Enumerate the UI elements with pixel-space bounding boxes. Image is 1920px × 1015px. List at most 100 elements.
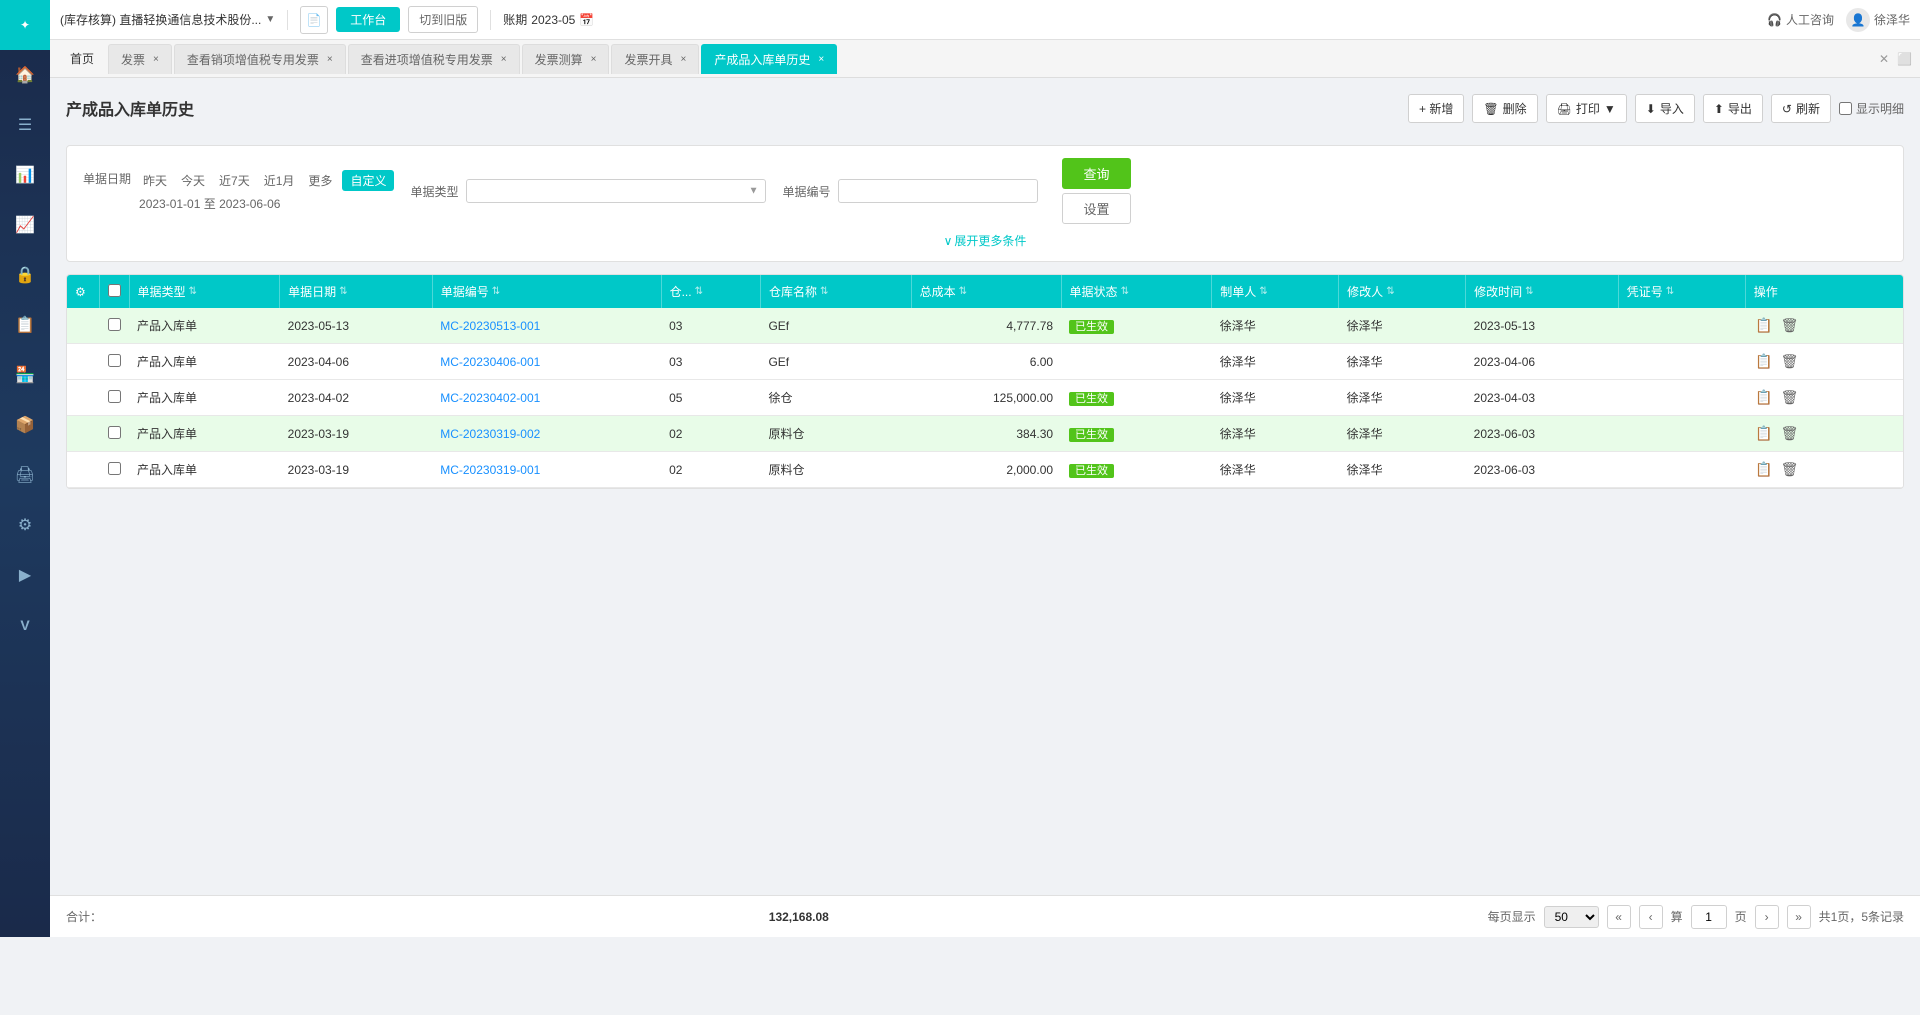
row-delete-btn-4[interactable]: 🗑 [1779, 459, 1801, 480]
set-button[interactable]: 设置 [1062, 193, 1130, 224]
page-size-select[interactable]: 50 100 [1544, 906, 1599, 928]
print-button[interactable]: 🖨 打印 ▼ [1546, 94, 1627, 123]
date-option-1month[interactable]: 近1月 [260, 171, 299, 190]
row-no-link-2[interactable]: MC-20230402-001 [432, 380, 661, 416]
company-selector[interactable]: (库存核算) 直播轻换通信息技术股份... ▼ [60, 11, 275, 28]
tab-sales-invoice-close[interactable]: × [327, 54, 333, 65]
th-status[interactable]: 单据状态⇅ [1061, 275, 1212, 308]
tab-product-history[interactable]: 产成品入库单历史 × [701, 44, 837, 74]
last-page-btn[interactable]: » [1787, 905, 1811, 929]
row-checkbox-3[interactable] [99, 416, 129, 452]
table-row: 产品入库单 2023-03-19 MC-20230319-001 02 原料仓 … [67, 452, 1903, 488]
select-all-checkbox[interactable] [108, 284, 121, 297]
tab-sales-invoice[interactable]: 查看销项增值税专用发票 × [174, 44, 346, 74]
th-creator[interactable]: 制单人⇅ [1212, 275, 1339, 308]
calendar-icon[interactable]: 📅 [579, 13, 594, 27]
export-button[interactable]: ⬆ 导出 [1703, 94, 1763, 123]
sidebar-item-chart[interactable]: 📊 [0, 150, 50, 200]
next-page-btn[interactable]: › [1755, 905, 1779, 929]
date-option-custom[interactable]: 自定义 [342, 170, 394, 191]
show-detail-checkbox-label[interactable]: 显示明细 [1839, 100, 1904, 117]
date-option-7days[interactable]: 近7天 [215, 171, 254, 190]
prev-page-btn[interactable]: ‹ [1639, 905, 1663, 929]
row-edit-btn-2[interactable]: 📋 [1753, 387, 1774, 408]
row-edit-btn-4[interactable]: 📋 [1753, 459, 1774, 480]
app-logo[interactable]: ✦ [0, 0, 50, 50]
row-no-link-0[interactable]: MC-20230513-001 [432, 308, 661, 344]
show-detail-checkbox[interactable] [1839, 102, 1852, 115]
sidebar-item-analytics[interactable]: 📈 [0, 200, 50, 250]
tab-invoice-calc-close[interactable]: × [591, 54, 597, 65]
doc-no-input[interactable] [838, 179, 1038, 203]
tab-close-all-icon[interactable]: ✕ [1879, 52, 1889, 66]
tab-home[interactable]: 首页 [58, 44, 106, 74]
row-delete-btn-3[interactable]: 🗑 [1779, 423, 1801, 444]
row-edit-btn-1[interactable]: 📋 [1753, 351, 1774, 372]
th-settings[interactable]: ⚙ [67, 275, 99, 308]
row-no-link-4[interactable]: MC-20230319-001 [432, 452, 661, 488]
sidebar-item-inventory[interactable]: 📦 [0, 400, 50, 450]
date-option-yesterday[interactable]: 昨天 [139, 171, 171, 190]
workbench-button[interactable]: 工作台 [336, 7, 400, 32]
sidebar-item-security[interactable]: 🔒 [0, 250, 50, 300]
date-option-more[interactable]: 更多 [304, 171, 336, 190]
sidebar-item-documents[interactable]: 📋 [0, 300, 50, 350]
sidebar-item-tools[interactable]: ▶ [0, 550, 50, 600]
tab-invoice[interactable]: 发票 × [108, 44, 172, 74]
sidebar-item-menu[interactable]: ☰ [0, 100, 50, 150]
tab-purchase-invoice-close[interactable]: × [501, 54, 507, 65]
query-button[interactable]: 查询 [1062, 158, 1130, 189]
tab-invoice-open[interactable]: 发票开具 × [611, 44, 699, 74]
switch-version-button[interactable]: 切到旧版 [408, 6, 478, 33]
th-doc-no[interactable]: 单据编号⇅ [432, 275, 661, 308]
user-menu[interactable]: 👤 徐泽华 [1846, 8, 1910, 32]
row-edit-btn-0[interactable]: 📋 [1753, 315, 1774, 336]
row-select-1[interactable] [108, 354, 121, 367]
sidebar-item-home[interactable]: 🏠 [0, 50, 50, 100]
th-warehouse-code[interactable]: 仓...⇅ [661, 275, 760, 308]
th-total-cost[interactable]: 总成本⇅ [911, 275, 1061, 308]
th-voucher[interactable]: 凭证号⇅ [1618, 275, 1745, 308]
row-checkbox-0[interactable] [99, 308, 129, 344]
tab-maximize-icon[interactable]: ⬜ [1897, 52, 1912, 66]
th-doc-type[interactable]: 单据类型⇅ [129, 275, 280, 308]
sidebar-item-print[interactable]: 🖨 [0, 450, 50, 500]
import-button[interactable]: ⬇ 导入 [1635, 94, 1695, 123]
row-checkbox-2[interactable] [99, 380, 129, 416]
sidebar-item-warehouse[interactable]: 🏪 [0, 350, 50, 400]
document-icon-btn[interactable]: 📄 [300, 6, 328, 34]
help-btn[interactable]: 🎧 人工咨询 [1767, 11, 1834, 28]
tab-purchase-invoice[interactable]: 查看进项增值税专用发票 × [348, 44, 520, 74]
first-page-btn[interactable]: « [1607, 905, 1631, 929]
row-select-3[interactable] [108, 426, 121, 439]
tab-invoice-close[interactable]: × [153, 54, 159, 65]
th-modify-time[interactable]: 修改时间⇅ [1466, 275, 1619, 308]
page-number-input[interactable] [1691, 905, 1727, 929]
row-select-2[interactable] [108, 390, 121, 403]
row-checkbox-4[interactable] [99, 452, 129, 488]
th-modifier[interactable]: 修改人⇅ [1339, 275, 1466, 308]
row-no-link-3[interactable]: MC-20230319-002 [432, 416, 661, 452]
date-option-today[interactable]: 今天 [177, 171, 209, 190]
row-no-link-1[interactable]: MC-20230406-001 [432, 344, 661, 380]
delete-button[interactable]: 🗑 删除 [1472, 94, 1537, 123]
row-select-4[interactable] [108, 462, 121, 475]
row-delete-btn-2[interactable]: 🗑 [1779, 387, 1801, 408]
row-select-0[interactable] [108, 318, 121, 331]
th-checkbox[interactable] [99, 275, 129, 308]
tab-product-history-close[interactable]: × [818, 54, 824, 65]
new-button[interactable]: + 新增 [1408, 94, 1464, 123]
row-delete-btn-0[interactable]: 🗑 [1779, 315, 1801, 336]
sidebar-item-settings[interactable]: ⚙ [0, 500, 50, 550]
row-edit-btn-3[interactable]: 📋 [1753, 423, 1774, 444]
row-delete-btn-1[interactable]: 🗑 [1779, 351, 1801, 372]
th-warehouse-name[interactable]: 仓库名称⇅ [760, 275, 911, 308]
expand-conditions-btn[interactable]: ∨ 展开更多条件 [944, 232, 1027, 249]
tab-invoice-calc[interactable]: 发票测算 × [522, 44, 610, 74]
refresh-button[interactable]: ↺ 刷新 [1771, 94, 1831, 123]
doc-type-select[interactable] [466, 179, 766, 203]
row-checkbox-1[interactable] [99, 344, 129, 380]
tab-invoice-open-close[interactable]: × [680, 54, 686, 65]
sidebar-item-version[interactable]: V [0, 600, 50, 650]
th-doc-date[interactable]: 单据日期⇅ [280, 275, 433, 308]
